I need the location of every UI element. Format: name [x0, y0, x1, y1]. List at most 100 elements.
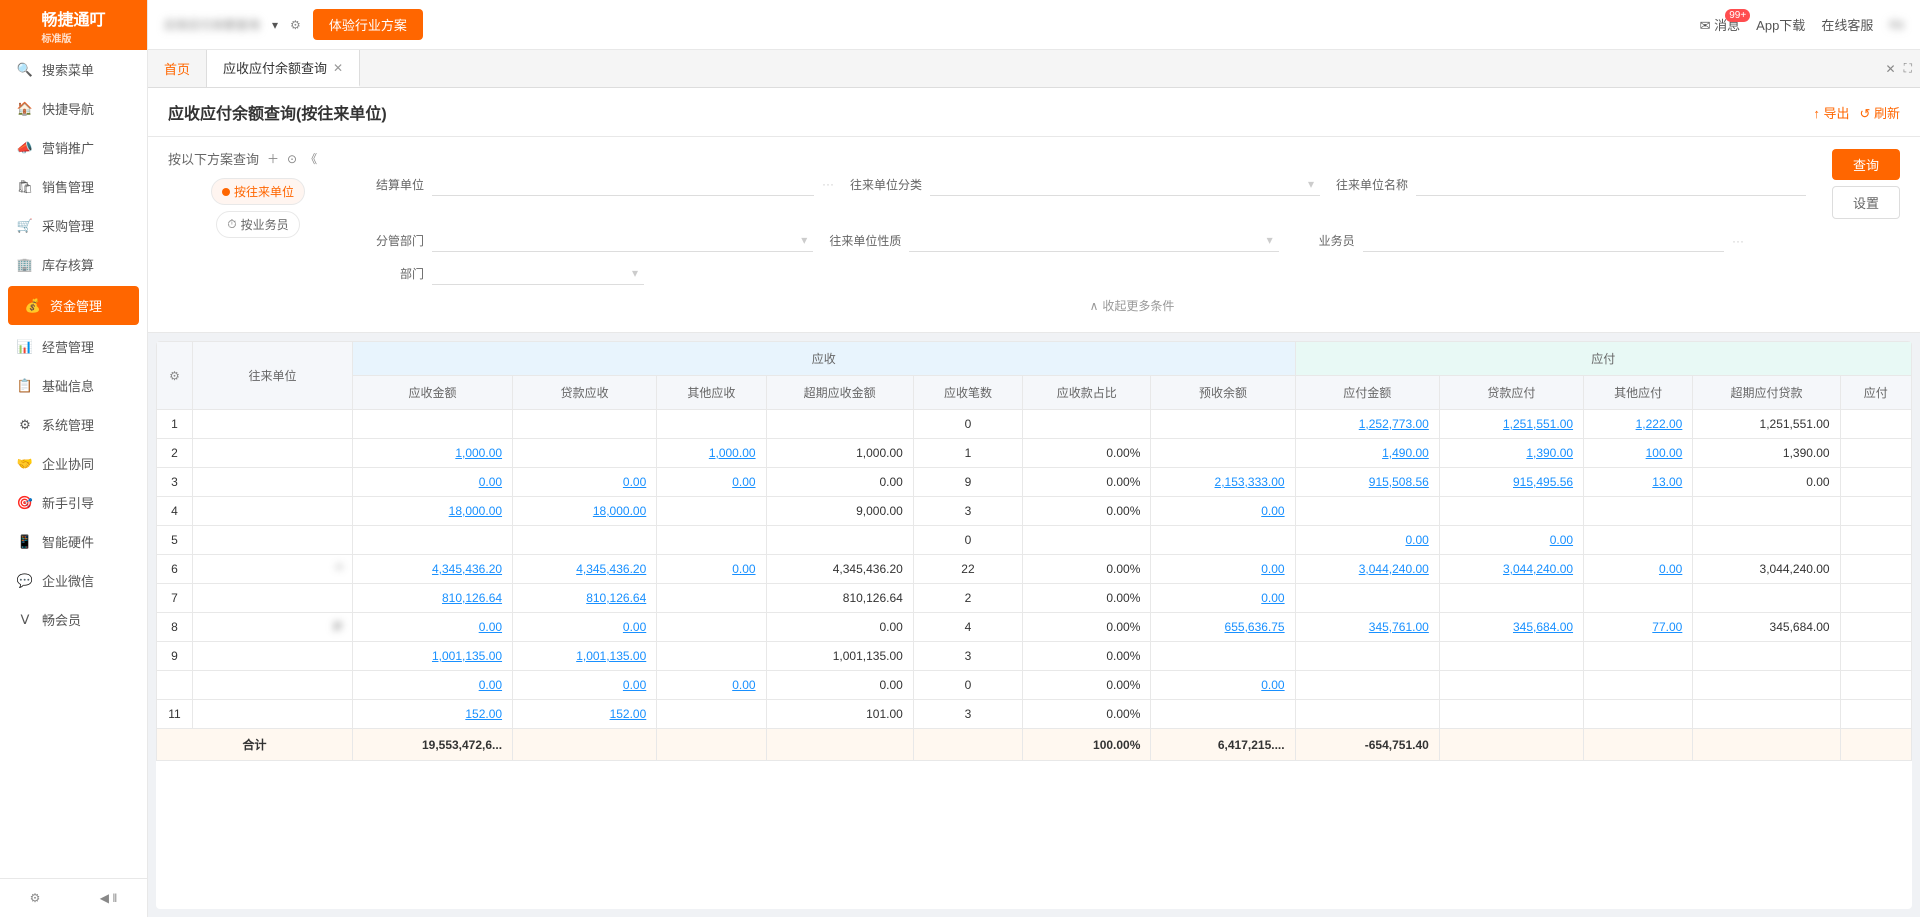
- other-payable[interactable]: 0.00: [1584, 555, 1693, 584]
- partner-nature-select[interactable]: ▾: [909, 229, 1278, 252]
- scheme-by-salesperson[interactable]: ⏱ 按业务员: [216, 211, 299, 238]
- sidebar-item-hardware[interactable]: 📱 智能硬件: [0, 522, 147, 561]
- table-settings-icon[interactable]: ⚙: [169, 369, 180, 383]
- payable-amount[interactable]: 1,252,773.00: [1295, 410, 1439, 439]
- scheme-by-partner[interactable]: 按往来单位: [211, 178, 305, 205]
- filter-collapse-btn[interactable]: 《: [305, 150, 317, 167]
- sidebar-item-fund[interactable]: 💰 资金管理: [8, 286, 139, 325]
- loan-payable[interactable]: 3,044,240.00: [1439, 555, 1583, 584]
- tab-close-window[interactable]: ✕: [1886, 62, 1896, 76]
- loan-receivable[interactable]: 1,001,135.00: [513, 642, 657, 671]
- tab-receivable[interactable]: 应收应付余额查询 ✕: [207, 50, 360, 87]
- other-payable[interactable]: 1,222.00: [1584, 410, 1693, 439]
- payable-amount[interactable]: 3,044,240.00: [1295, 555, 1439, 584]
- loan-receivable[interactable]: 152.00: [513, 700, 657, 729]
- app-download-btn[interactable]: App下载: [1756, 15, 1805, 34]
- export-btn[interactable]: ↑ 导出: [1813, 103, 1849, 122]
- sidebar-item-sales[interactable]: 🛍 销售管理: [0, 167, 147, 206]
- prepaid-balance[interactable]: 2,153,333.00: [1151, 468, 1295, 497]
- th-loan-payable: 贷款应付: [1439, 376, 1583, 410]
- other-payable[interactable]: 100.00: [1584, 439, 1693, 468]
- prepaid-balance[interactable]: 0.00: [1151, 555, 1295, 584]
- payable-amount[interactable]: 915,508.56: [1295, 468, 1439, 497]
- receivable-amount[interactable]: 0.00: [353, 468, 513, 497]
- loan-receivable[interactable]: 0.00: [513, 613, 657, 642]
- receivable-amount[interactable]: 18,000.00: [353, 497, 513, 526]
- sidebar-item-basic[interactable]: 📋 基础信息: [0, 366, 147, 405]
- settlement-dots[interactable]: ···: [822, 177, 834, 191]
- set-btn[interactable]: 设置: [1832, 186, 1900, 219]
- sidebar-item-quick[interactable]: 🏠 快捷导航: [0, 89, 147, 128]
- payable-amount[interactable]: 1,490.00: [1295, 439, 1439, 468]
- online-service-btn[interactable]: 在线客服: [1821, 15, 1873, 34]
- receivable-amount[interactable]: 0.00: [353, 613, 513, 642]
- prepaid-balance[interactable]: 0.00: [1151, 584, 1295, 613]
- sidebar-item-marketing[interactable]: 📣 营销推广: [0, 128, 147, 167]
- filter-config-btn[interactable]: ⊙: [287, 152, 297, 166]
- receivable-amount[interactable]: 810,126.64: [353, 584, 513, 613]
- sidebar-item-search[interactable]: 🔍 搜索菜单: [0, 50, 147, 89]
- loan-receivable[interactable]: 4,345,436.20: [513, 555, 657, 584]
- prepaid-balance[interactable]: 0.00: [1151, 671, 1295, 700]
- biz-dept-select[interactable]: ▾: [432, 262, 644, 285]
- sidebar-item-purchase[interactable]: 🛒 采购管理: [0, 206, 147, 245]
- add-filter-btn[interactable]: ＋: [267, 150, 279, 167]
- receivable-amount[interactable]: 152.00: [353, 700, 513, 729]
- tab-expand[interactable]: ⛶: [1904, 61, 1912, 76]
- payable-amount[interactable]: 345,761.00: [1295, 613, 1439, 642]
- sidebar-bottom: ⚙ ◀ ‖: [0, 878, 147, 917]
- loan-payable[interactable]: 915,495.56: [1439, 468, 1583, 497]
- loan-payable[interactable]: 0.00: [1439, 526, 1583, 555]
- tab-home[interactable]: 首页: [148, 50, 207, 87]
- breadcrumb-dropdown[interactable]: ▾: [272, 18, 278, 32]
- salesperson-dots[interactable]: ···: [1732, 234, 1744, 248]
- loan-receivable[interactable]: 0.00: [513, 671, 657, 700]
- receivable-amount[interactable]: 1,000.00: [353, 439, 513, 468]
- overdue-payable: 1,390.00: [1693, 439, 1840, 468]
- sidebar-item-guide[interactable]: 🎯 新手引导: [0, 483, 147, 522]
- loan-payable[interactable]: 1,251,551.00: [1439, 410, 1583, 439]
- message-badge[interactable]: ✉ 消息 99+: [1700, 15, 1741, 34]
- th-settings[interactable]: ⚙: [157, 342, 193, 410]
- sidebar-item-member[interactable]: Ⅴ 畅会员: [0, 600, 147, 639]
- dept-select[interactable]: ▾: [432, 229, 813, 252]
- other-receivable[interactable]: 1,000.00: [657, 439, 766, 468]
- solution-btn[interactable]: 体验行业方案: [313, 9, 423, 40]
- loan-payable[interactable]: 345,684.00: [1439, 613, 1583, 642]
- other-payable[interactable]: 13.00: [1584, 468, 1693, 497]
- sidebar-item-system[interactable]: ⚙ 系统管理: [0, 405, 147, 444]
- payable-amount[interactable]: 0.00: [1295, 526, 1439, 555]
- other-receivable[interactable]: 0.00: [657, 555, 766, 584]
- prepaid-balance[interactable]: 0.00: [1151, 497, 1295, 526]
- table-row: 6 ^ 4,345,436.20 4,345,436.20 0.00 4,345…: [157, 555, 1912, 584]
- settings-bottom-btn[interactable]: ⚙: [22, 887, 49, 909]
- collapse-more-btn[interactable]: ∧ 收起更多条件: [364, 291, 1900, 320]
- other-payable[interactable]: 77.00: [1584, 613, 1693, 642]
- partner-name-input[interactable]: [1416, 173, 1806, 196]
- receivable-amount[interactable]: 4,345,436.20: [353, 555, 513, 584]
- partner-category-select[interactable]: ▾: [930, 173, 1320, 196]
- refresh-btn[interactable]: ↺ 刷新: [1859, 103, 1900, 122]
- receivable-amount[interactable]: 0.00: [353, 671, 513, 700]
- sidebar-item-operations[interactable]: 📊 经营管理: [0, 327, 147, 366]
- loan-payable[interactable]: 1,390.00: [1439, 439, 1583, 468]
- settlement-input[interactable]: [432, 173, 814, 196]
- sidebar-item-inventory[interactable]: 🏢 库存核算: [0, 245, 147, 284]
- user-name[interactable]: Rit: [1889, 18, 1904, 32]
- tab-close-icon[interactable]: ✕: [333, 61, 343, 75]
- salesperson-input[interactable]: [1363, 229, 1724, 252]
- query-btn[interactable]: 查询: [1832, 149, 1900, 180]
- collapse-btn[interactable]: ◀ ‖: [92, 887, 126, 909]
- settings-icon[interactable]: ⚙: [290, 18, 301, 32]
- other-receivable[interactable]: 0.00: [657, 671, 766, 700]
- loan-receivable[interactable]: 0.00: [513, 468, 657, 497]
- row-num: 8: [157, 613, 193, 642]
- loan-receivable[interactable]: 810,126.64: [513, 584, 657, 613]
- row-num: 11: [157, 700, 193, 729]
- sidebar-item-corp[interactable]: 🤝 企业协同: [0, 444, 147, 483]
- loan-receivable[interactable]: 18,000.00: [513, 497, 657, 526]
- other-receivable[interactable]: 0.00: [657, 468, 766, 497]
- sidebar-item-wechat[interactable]: 💬 企业微信: [0, 561, 147, 600]
- receivable-amount[interactable]: 1,001,135.00: [353, 642, 513, 671]
- prepaid-balance[interactable]: 655,636.75: [1151, 613, 1295, 642]
